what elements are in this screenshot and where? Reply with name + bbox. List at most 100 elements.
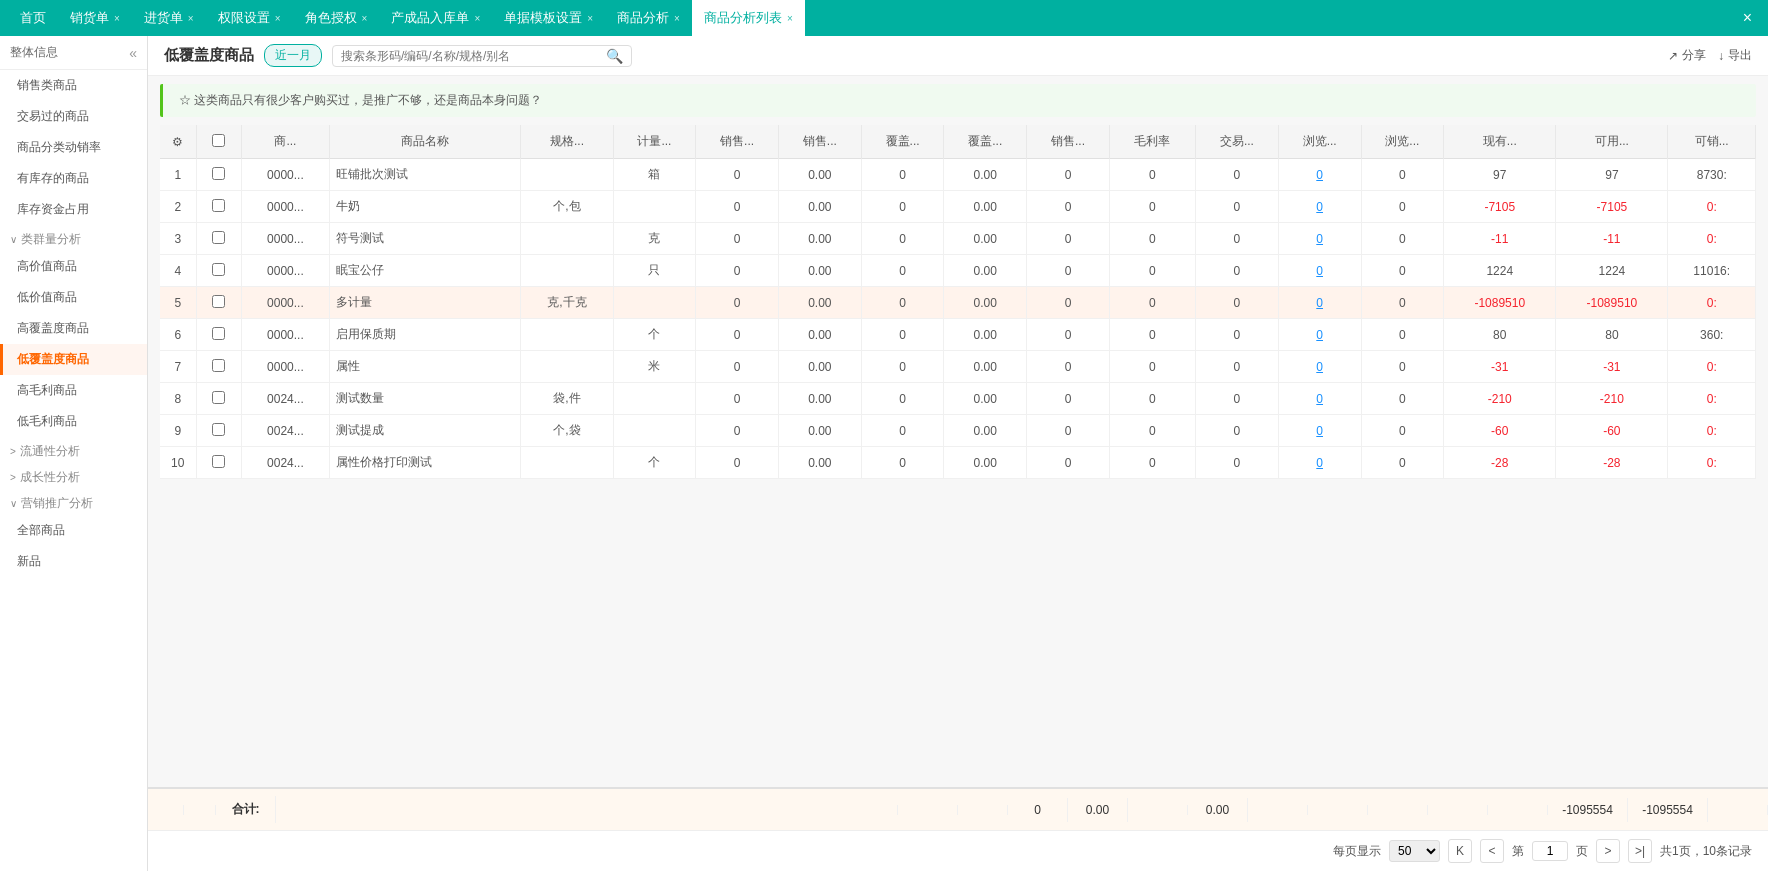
row-browse1[interactable]: 0 — [1278, 319, 1361, 351]
sidebar-item-low-gross[interactable]: 低毛利商品 — [0, 406, 147, 437]
th-sale3[interactable]: 销售... — [1027, 125, 1110, 159]
row-browse1[interactable]: 0 — [1278, 287, 1361, 319]
row-checkbox[interactable] — [212, 359, 225, 372]
current-page-input[interactable] — [1532, 841, 1568, 861]
row-checkbox[interactable] — [212, 167, 225, 180]
row-checkbox[interactable] — [212, 295, 225, 308]
row-check[interactable] — [196, 351, 242, 383]
row-available: 0: — [1668, 223, 1756, 255]
nav-product-inbound-close[interactable]: × — [474, 13, 480, 24]
sidebar-section-marketing[interactable]: ∨ 营销推广分析 — [0, 489, 147, 515]
sidebar-item-high-value[interactable]: 高价值商品 — [0, 251, 147, 282]
sidebar-item-new-goods[interactable]: 新品 — [0, 546, 147, 577]
th-name[interactable]: 商品名称 — [329, 125, 521, 159]
row-browse1[interactable]: 0 — [1278, 191, 1361, 223]
window-close-btn[interactable]: × — [1735, 9, 1760, 27]
row-check[interactable] — [196, 447, 242, 479]
row-checkbox[interactable] — [212, 327, 225, 340]
share-button[interactable]: ↗ 分享 — [1668, 47, 1706, 64]
sidebar-collapse-btn[interactable]: « — [129, 45, 137, 61]
nav-template[interactable]: 单据模板设置 × — [492, 0, 605, 36]
row-checkbox[interactable] — [212, 391, 225, 404]
th-unit[interactable]: 计量... — [613, 125, 696, 159]
row-check[interactable] — [196, 287, 242, 319]
nav-product-analysis[interactable]: 商品分析 × — [605, 0, 692, 36]
sidebar-item-high-coverage[interactable]: 高覆盖度商品 — [0, 313, 147, 344]
th-trade[interactable]: 交易... — [1196, 125, 1279, 159]
sidebar-item-category-rate[interactable]: 商品分类动销率 — [0, 132, 147, 163]
nav-home[interactable]: 首页 — [8, 0, 58, 36]
row-browse1[interactable]: 0 — [1278, 351, 1361, 383]
sidebar-section-growth[interactable]: > 成长性分析 — [0, 463, 147, 489]
row-checkbox[interactable] — [212, 199, 225, 212]
nav-purchase-order[interactable]: 进货单 × — [132, 0, 206, 36]
th-sale1[interactable]: 销售... — [696, 125, 779, 159]
row-checkbox[interactable] — [212, 231, 225, 244]
nav-product-analysis-list-close[interactable]: × — [787, 13, 793, 24]
select-all-checkbox[interactable] — [212, 134, 225, 147]
nav-template-close[interactable]: × — [587, 13, 593, 24]
row-browse1[interactable]: 0 — [1278, 447, 1361, 479]
th-cover2[interactable]: 覆盖... — [944, 125, 1027, 159]
th-sale2[interactable]: 销售... — [778, 125, 861, 159]
row-check[interactable] — [196, 223, 242, 255]
sidebar-item-high-gross[interactable]: 高毛利商品 — [0, 375, 147, 406]
sidebar-item-low-coverage[interactable]: 低覆盖度商品 — [0, 344, 147, 375]
nav-sales-order[interactable]: 销货单 × — [58, 0, 132, 36]
sidebar-item-all-goods[interactable]: 全部商品 — [0, 515, 147, 546]
row-checkbox[interactable] — [212, 423, 225, 436]
row-browse1[interactable]: 0 — [1278, 255, 1361, 287]
sidebar-item-traded-goods[interactable]: 交易过的商品 — [0, 101, 147, 132]
nav-purchase-order-close[interactable]: × — [188, 13, 194, 24]
nav-role-auth-close[interactable]: × — [362, 13, 368, 24]
nav-product-analysis-close[interactable]: × — [674, 13, 680, 24]
next-page-btn[interactable]: > — [1596, 839, 1620, 863]
nav-product-analysis-list[interactable]: 商品分析列表 × — [692, 0, 805, 36]
nav-product-inbound[interactable]: 产成品入库单 × — [379, 0, 492, 36]
th-cover1[interactable]: 覆盖... — [861, 125, 944, 159]
row-check[interactable] — [196, 191, 242, 223]
th-browse1[interactable]: 浏览... — [1278, 125, 1361, 159]
row-trade: 0 — [1196, 223, 1279, 255]
th-spec[interactable]: 规格... — [521, 125, 613, 159]
row-code: 0024... — [242, 415, 329, 447]
row-check[interactable] — [196, 255, 242, 287]
nav-permission-close[interactable]: × — [275, 13, 281, 24]
row-browse1[interactable]: 0 — [1278, 383, 1361, 415]
th-stock2[interactable]: 可用... — [1556, 125, 1668, 159]
row-check[interactable] — [196, 383, 242, 415]
search-input[interactable] — [341, 49, 606, 63]
row-spec — [521, 223, 613, 255]
row-check[interactable] — [196, 415, 242, 447]
row-browse1[interactable]: 0 — [1278, 223, 1361, 255]
th-check[interactable] — [196, 125, 242, 159]
nav-role-auth[interactable]: 角色授权 × — [293, 0, 380, 36]
th-gross[interactable]: 毛利率 — [1109, 125, 1195, 159]
sidebar-item-low-value[interactable]: 低价值商品 — [0, 282, 147, 313]
th-settings[interactable]: ⚙ — [160, 125, 196, 159]
sidebar-item-sales-goods[interactable]: 销售类商品 — [0, 70, 147, 101]
page-size-select[interactable]: 50 10 20 100 — [1389, 840, 1440, 862]
row-gross: 0 — [1109, 287, 1195, 319]
nav-sales-order-close[interactable]: × — [114, 13, 120, 24]
th-stock1[interactable]: 现有... — [1444, 125, 1556, 159]
row-checkbox[interactable] — [212, 455, 225, 468]
row-check[interactable] — [196, 319, 242, 351]
row-checkbox[interactable] — [212, 263, 225, 276]
nav-permission[interactable]: 权限设置 × — [206, 0, 293, 36]
export-button[interactable]: ↓ 导出 — [1718, 47, 1752, 64]
period-button[interactable]: 近一月 — [264, 44, 322, 67]
first-page-btn[interactable]: K — [1448, 839, 1472, 863]
row-browse1[interactable]: 0 — [1278, 415, 1361, 447]
prev-page-btn[interactable]: < — [1480, 839, 1504, 863]
th-browse2[interactable]: 浏览... — [1361, 125, 1444, 159]
sidebar-item-in-stock[interactable]: 有库存的商品 — [0, 163, 147, 194]
sidebar-section-circulation[interactable]: > 流通性分析 — [0, 437, 147, 463]
th-code[interactable]: 商... — [242, 125, 329, 159]
sidebar-section-group-analysis[interactable]: ∨ 类群量分析 — [0, 225, 147, 251]
row-check[interactable] — [196, 159, 242, 191]
sidebar-item-stock-capital[interactable]: 库存资金占用 — [0, 194, 147, 225]
last-page-btn[interactable]: >| — [1628, 839, 1652, 863]
row-browse1[interactable]: 0 — [1278, 159, 1361, 191]
th-available[interactable]: 可销... — [1668, 125, 1756, 159]
